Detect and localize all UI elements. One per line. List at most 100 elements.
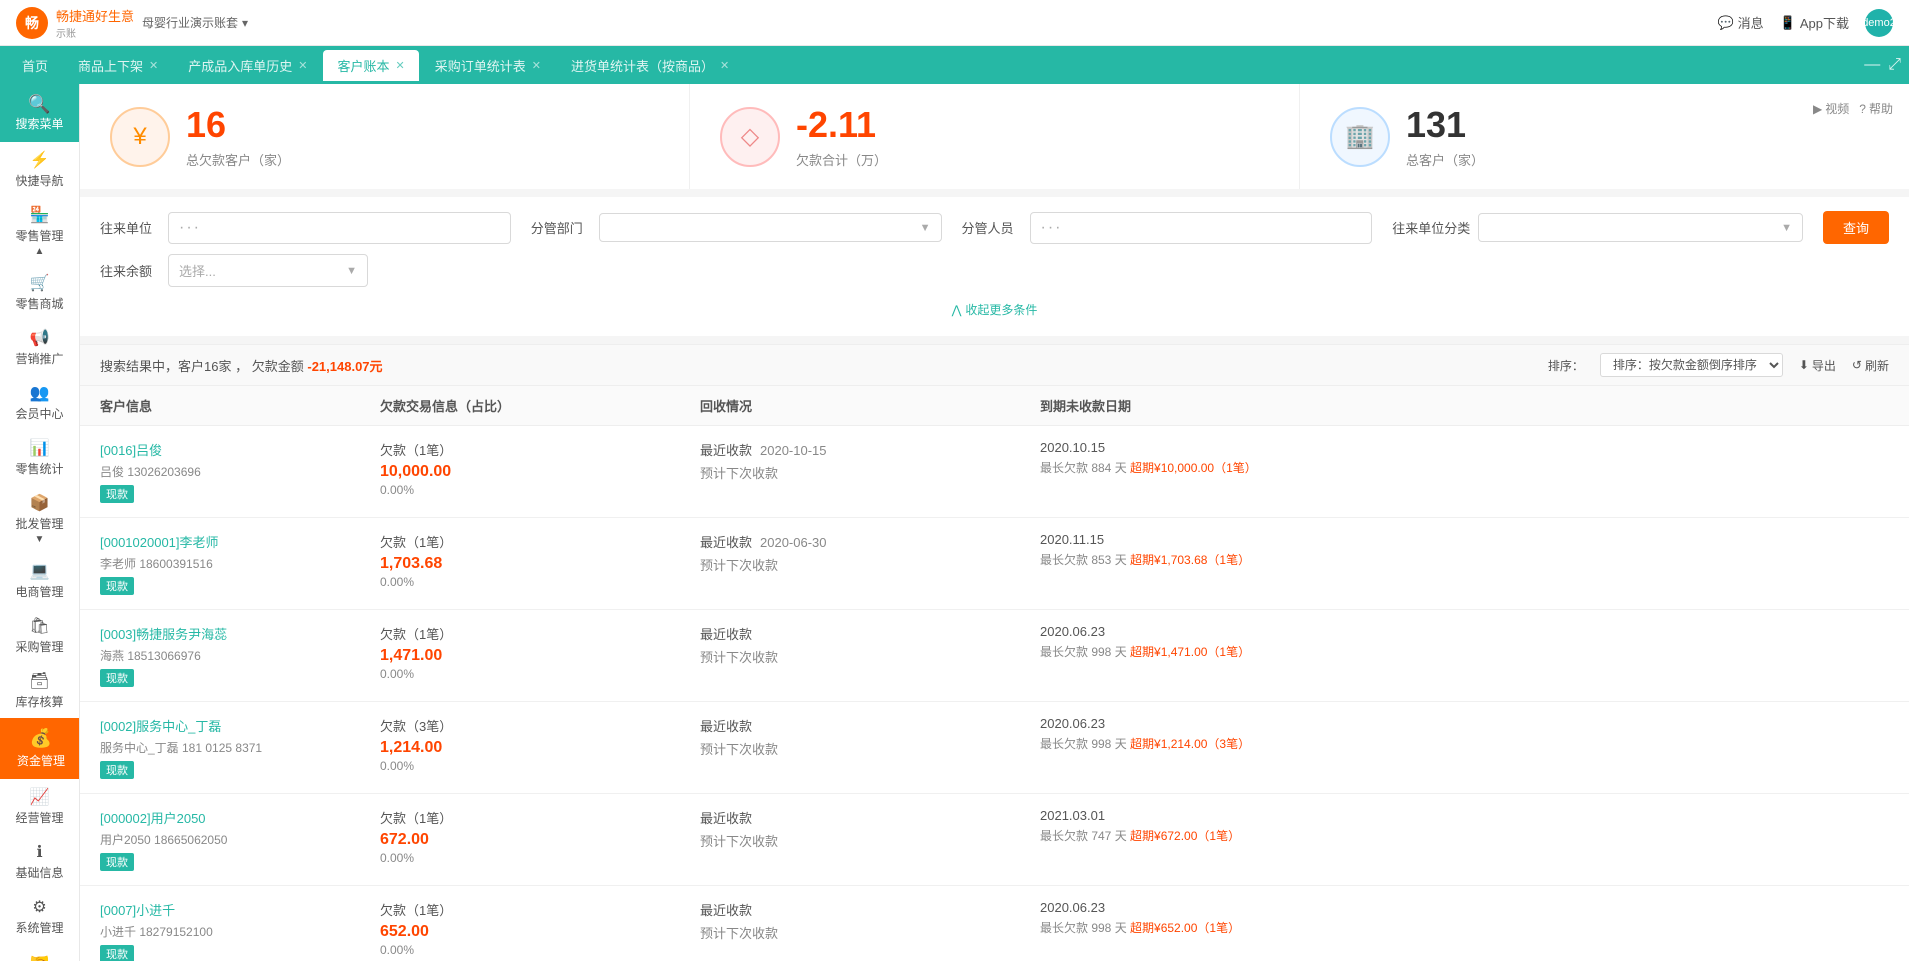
tab-maximize-btn[interactable]: ⤢ xyxy=(1888,56,1901,74)
tab-inventory-close[interactable]: ✕ xyxy=(720,59,729,72)
sidebar-item-finance[interactable]: 💰 资金管理 xyxy=(0,718,79,779)
tab-inventory[interactable]: 进货单统计表（按商品） ✕ xyxy=(557,50,743,81)
overdue-date: 2020.06.23 xyxy=(1040,716,1889,731)
customer-tag: 现款 xyxy=(100,761,134,779)
overdue-days: 最长欠款 998 天 超期¥1,471.00（1笔） xyxy=(1040,643,1889,660)
help-btn[interactable]: ? 帮助 xyxy=(1859,100,1893,117)
dept-arrow-icon: ▼ xyxy=(920,222,931,234)
marketing-icon: 📢 xyxy=(30,328,50,348)
tab-home[interactable]: 首页 xyxy=(8,50,62,81)
recovery-last: 最近收款 xyxy=(700,808,1040,827)
tab-bar: 首页 商品上下架 ✕ 产成品入库单历史 ✕ 客户账本 ✕ 采购订单统计表 ✕ 进… xyxy=(0,46,1909,84)
from-unit-label: 往来单位 xyxy=(100,218,160,237)
user-avatar-btn[interactable]: demo2 xyxy=(1865,9,1893,37)
sidebar-item-member[interactable]: 👥 会员中心 xyxy=(0,375,79,430)
unit-type-input[interactable]: ▼ xyxy=(1478,213,1803,242)
filter-person: 分管人员 ··· xyxy=(962,212,1373,244)
main-layout: 🔍 搜索菜单 ⚡ 快捷导航 🏪 零售管理 ▲ 🛒 零售商城 📢 营销推广 👥 会… xyxy=(0,84,1909,961)
tab-goods-close[interactable]: ✕ xyxy=(149,59,158,72)
tab-minimize-btn[interactable]: — xyxy=(1864,56,1880,74)
company-selector[interactable]: 母婴行业演示账套 ▾ xyxy=(142,14,248,31)
sidebar-item-quick-nav[interactable]: ⚡ 快捷导航 xyxy=(0,142,79,197)
unit-type-arrow-icon: ▼ xyxy=(1781,222,1792,234)
table-body: [0016]吕俊 吕俊 13026203696 现款 欠款（1笔） 10,000… xyxy=(80,426,1909,961)
message-btn[interactable]: 💬 消息 xyxy=(1717,13,1763,32)
main-content: ¥ 16 总欠款客户（家） ◇ -2.11 欠款合计（万） 🏢 131 总客户（… xyxy=(80,84,1909,961)
overdue-link[interactable]: 超期¥10,000.00（1笔） xyxy=(1130,461,1257,475)
sidebar-item-basic-info[interactable]: ℹ 基础信息 xyxy=(0,834,79,889)
tab-production[interactable]: 产成品入库单历史 ✕ xyxy=(174,50,321,81)
stat-icon-customers: ¥ xyxy=(110,107,170,167)
sidebar-item-system[interactable]: ⚙ 系统管理 xyxy=(0,889,79,944)
from-unit-input[interactable]: ··· xyxy=(168,212,511,244)
query-button[interactable]: 查询 xyxy=(1823,211,1889,244)
video-btn[interactable]: ▶ 视频 xyxy=(1813,100,1849,117)
dept-input[interactable]: ▼ xyxy=(599,213,942,242)
collapse-up-icon: ⋀ xyxy=(952,303,962,317)
top-header: 畅 畅捷通好生意 示账 母婴行业演示账套 ▾ 💬 消息 📱 App下载 demo… xyxy=(0,0,1909,46)
sidebar-item-batch-mgmt[interactable]: 📦 批发管理 ▼ xyxy=(0,485,79,553)
sidebar-search[interactable]: 🔍 搜索菜单 xyxy=(0,84,79,142)
customer-info: [0003]畅捷服务尹海蕊 海燕 18513066976 现款 xyxy=(100,624,380,687)
collapse-button[interactable]: ⋀ 收起更多条件 xyxy=(952,301,1038,318)
customer-phone: 小进千 18279152100 xyxy=(100,923,380,940)
sidebar-item-retail-mgmt[interactable]: 🏪 零售管理 ▲ xyxy=(0,197,79,265)
top-actions: 💬 消息 📱 App下载 demo2 xyxy=(1717,9,1893,37)
debt-count: 欠款（1笔） xyxy=(380,808,700,827)
sidebar-item-inventory-check[interactable]: 🗃 库存核算 xyxy=(0,663,79,718)
sidebar-item-marketing[interactable]: 📢 营销推广 xyxy=(0,320,79,375)
customer-name[interactable]: [000002]用户2050 xyxy=(100,808,380,827)
member-icon: 👥 xyxy=(30,383,50,403)
table-row: [0007]小进千 小进千 18279152100 现款 欠款（1笔） 652.… xyxy=(80,886,1909,961)
app-download-btn[interactable]: 📱 App下载 xyxy=(1780,13,1849,32)
sidebar-item-purchase-mgmt[interactable]: 🛍 采购管理 xyxy=(0,608,79,663)
person-input[interactable]: ··· xyxy=(1030,212,1373,244)
debt-pct: 0.00% xyxy=(380,851,700,865)
header-customer: 客户信息 xyxy=(100,396,380,415)
sidebar-item-ecommerce[interactable]: 💻 电商管理 xyxy=(0,553,79,608)
retail-mgmt-icon: 🏪 xyxy=(30,205,50,225)
unit-type-label: 往来单位分类 xyxy=(1392,218,1470,237)
header-debt: 欠款交易信息（占比） xyxy=(380,396,700,415)
filter-balance: 往来余额 选择... ▼ xyxy=(100,254,1889,287)
avatar: demo2 xyxy=(1865,9,1893,37)
customer-name[interactable]: [0003]畅捷服务尹海蕊 xyxy=(100,624,380,643)
search-icon: 🔍 xyxy=(4,94,75,115)
tab-purchase-close[interactable]: ✕ xyxy=(532,59,541,72)
overdue-link[interactable]: 超期¥652.00（1笔） xyxy=(1130,921,1240,935)
refresh-btn[interactable]: ↺ 刷新 xyxy=(1852,357,1889,374)
tab-production-close[interactable]: ✕ xyxy=(298,59,307,72)
export-btn[interactable]: ⬇ 导出 xyxy=(1799,357,1836,374)
customer-name[interactable]: [0007]小进千 xyxy=(100,900,380,919)
recovery-last: 最近收款 xyxy=(700,624,1040,643)
sidebar-item-retail-stat[interactable]: 📊 零售统计 xyxy=(0,430,79,485)
sort-select[interactable]: 排序：按欠款金额倒序排序 xyxy=(1600,353,1783,377)
tab-goods[interactable]: 商品上下架 ✕ xyxy=(64,50,172,81)
debt-count: 欠款（1笔） xyxy=(380,624,700,643)
sidebar-item-retail-mall[interactable]: 🛒 零售商城 xyxy=(0,265,79,320)
tab-customer[interactable]: 客户账本 ✕ xyxy=(323,50,418,81)
customer-name[interactable]: [0001020001]李老师 xyxy=(100,532,380,551)
debt-count: 欠款（1笔） xyxy=(380,900,700,919)
results-info: 搜索结果中，客户16家 ， 欠款金额 -21,148.07元 xyxy=(100,356,383,375)
debt-count: 欠款（1笔） xyxy=(380,532,700,551)
header-recovery: 回收情况 xyxy=(700,396,1040,415)
customer-name[interactable]: [0016]吕俊 xyxy=(100,440,380,459)
tab-customer-close[interactable]: ✕ xyxy=(396,59,405,72)
overdue-date: 2020.06.23 xyxy=(1040,900,1889,915)
overdue-link[interactable]: 超期¥1,703.68（1笔） xyxy=(1130,553,1250,567)
customer-name[interactable]: [0002]服务中心_丁磊 xyxy=(100,716,380,735)
overdue-link[interactable]: 超期¥672.00（1笔） xyxy=(1130,829,1240,843)
overdue-info: 2020.06.23 最长欠款 998 天 超期¥1,471.00（1笔） xyxy=(1040,624,1889,662)
sidebar-item-enterprise-coop[interactable]: 🤝 企业协同 xyxy=(0,944,79,961)
overdue-link[interactable]: 超期¥1,471.00（1笔） xyxy=(1130,645,1250,659)
tab-purchase[interactable]: 采购订单统计表 ✕ xyxy=(421,50,555,81)
customer-info: [000002]用户2050 用户2050 18665062050 现款 xyxy=(100,808,380,871)
ecommerce-icon: 💻 xyxy=(30,561,50,581)
system-icon: ⚙ xyxy=(32,897,46,917)
overdue-link[interactable]: 超期¥1,214.00（3笔） xyxy=(1130,737,1250,751)
sidebar-item-operation[interactable]: 📈 经营管理 xyxy=(0,779,79,834)
customer-tag: 现款 xyxy=(100,485,134,503)
balance-input[interactable]: 选择... ▼ xyxy=(168,254,368,287)
table-row: [0003]畅捷服务尹海蕊 海燕 18513066976 现款 欠款（1笔） 1… xyxy=(80,610,1909,702)
